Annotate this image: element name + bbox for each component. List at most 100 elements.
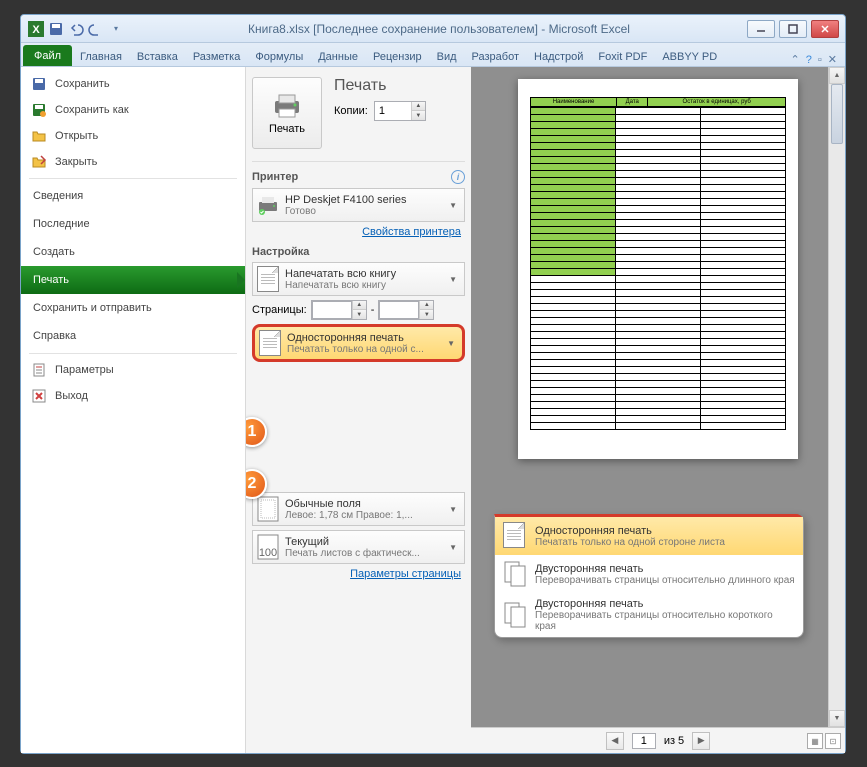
printer-dropdown[interactable]: HP Deskjet F4100 seriesГотово ▼ [252,188,465,222]
spinner-up-icon[interactable]: ▲ [411,102,425,111]
quick-access-toolbar: X ▾ [21,20,131,38]
pages-from-input[interactable] [312,301,352,319]
show-margins-icon[interactable]: ▦ [807,733,823,749]
backstage-nav: Сохранить Сохранить как Открыть Закрыть … [21,67,246,753]
copies-input[interactable] [375,103,411,119]
help-icon[interactable]: ? [806,54,812,66]
backstage-main: Печать Печать Копии: ▲▼ Принтерi [246,67,845,753]
nav-save[interactable]: Сохранить [21,71,245,97]
print-preview-pane: НаименованиеДатаОстаток в единицах, руб … [471,67,845,753]
pages-icon [257,266,279,292]
chevron-down-icon: ▼ [444,339,458,348]
preview-scrollbar[interactable]: ▲ ▼ [828,67,845,727]
popup-sub: Печатать только на одной стороне листа [535,537,725,548]
nav-help[interactable]: Справка [21,322,245,350]
spinner-down-icon[interactable]: ▼ [352,310,366,319]
print-side-dropdown[interactable]: Односторонняя печатьПечатать только на о… [252,324,465,362]
next-page-button[interactable]: ▶ [692,732,710,750]
nav-saveas[interactable]: Сохранить как [21,97,245,123]
nav-recent[interactable]: Последние [21,210,245,238]
scaling-title: Текущий [285,536,440,548]
restore-window-icon[interactable]: ▫ [818,54,822,66]
nav-share[interactable]: Сохранить и отправить [21,294,245,322]
app-icon[interactable]: X [27,20,45,38]
ribbon-help-group: ⌃ ? ▫ ✕ [791,53,843,66]
popup-option-duplex-long[interactable]: Двусторонняя печатьПереворачивать страни… [495,555,803,593]
qat-customize-icon[interactable]: ▾ [107,20,125,38]
tab-review[interactable]: Рецензир [366,46,429,66]
minimize-ribbon-icon[interactable]: ⌃ [791,53,800,66]
tab-view[interactable]: Вид [430,46,464,66]
window-frame: X ▾ Книга8.xlsx [Последнее сохранение по… [20,14,846,754]
tab-data[interactable]: Данные [311,46,365,66]
qat-undo-icon[interactable] [67,20,85,38]
nav-info[interactable]: Сведения [21,182,245,210]
popup-sub: Переворачивать страницы относительно дли… [535,575,795,586]
scaling-sub: Печать листов с фактическ... [285,548,440,559]
tab-developer[interactable]: Разработ [465,46,526,66]
copies-label: Копии: [334,105,368,117]
chevron-down-icon: ▼ [446,543,460,552]
preview-page: НаименованиеДатаОстаток в единицах, руб [518,79,798,459]
nav-options[interactable]: Параметры [21,357,245,383]
qat-redo-icon[interactable] [87,20,105,38]
popup-title: Двусторонняя печать [535,598,795,610]
popup-title: Односторонняя печать [535,525,725,537]
tab-file[interactable]: Файл [23,45,72,66]
spinner-up-icon[interactable]: ▲ [419,301,433,310]
pages-from-spinner[interactable]: ▲▼ [311,300,367,320]
tab-abbyy[interactable]: ABBYY PD [655,46,724,66]
pages-to-input[interactable] [379,301,419,319]
single-page-icon [259,330,281,356]
zoom-to-page-icon[interactable]: ⊡ [825,733,841,749]
scaling-dropdown[interactable]: 100 ТекущийПечать листов с фактическ... … [252,530,465,564]
nav-print[interactable]: Печать [21,266,245,294]
preview-table: НаименованиеДатаОстаток в единицах, руб [530,97,786,107]
duplex-long-icon [503,560,527,588]
tab-home[interactable]: Главная [73,46,129,66]
scroll-up-icon[interactable]: ▲ [829,67,845,84]
scope-sub: Напечатать всю книгу [285,280,440,291]
spinner-up-icon[interactable]: ▲ [352,301,366,310]
page-number-input[interactable] [632,733,656,749]
printer-properties-link[interactable]: Свойства принтера [256,226,461,238]
nav-close-label: Закрыть [55,156,97,168]
popup-option-duplex-short[interactable]: Двусторонняя печатьПереворачивать страни… [495,593,803,637]
nav-new[interactable]: Создать [21,238,245,266]
print-scope-dropdown[interactable]: Напечатать всю книгуНапечатать всю книгу… [252,262,465,296]
tab-addins[interactable]: Надстрой [527,46,590,66]
printer-device-icon [257,195,279,215]
tab-insert[interactable]: Вставка [130,46,185,66]
spinner-down-icon[interactable]: ▼ [419,310,433,319]
backstage-view: Сохранить Сохранить как Открыть Закрыть … [21,67,845,753]
minimize-button[interactable] [747,20,775,38]
maximize-button[interactable] [779,20,807,38]
close-button[interactable] [811,20,839,38]
tab-layout[interactable]: Разметка [186,46,248,66]
nav-exit[interactable]: Выход [21,383,245,409]
tab-foxit[interactable]: Foxit PDF [591,46,654,66]
page-setup-link[interactable]: Параметры страницы [256,568,461,580]
print-header: Печать [334,77,426,95]
chevron-down-icon: ▼ [446,201,460,210]
nav-close[interactable]: Закрыть [21,149,245,175]
qat-save-icon[interactable] [47,20,65,38]
scroll-down-icon[interactable]: ▼ [829,710,845,727]
nav-options-label: Параметры [55,364,114,376]
info-icon[interactable]: i [451,170,465,184]
copies-spinner[interactable]: ▲▼ [374,101,426,121]
preview-nav-bar: ◀ из 5 ▶ ▦ ⊡ [471,727,845,753]
nav-save-label: Сохранить [55,78,110,90]
nav-open-label: Открыть [55,130,98,142]
duplex-short-icon [503,601,527,629]
prev-page-button[interactable]: ◀ [606,732,624,750]
scrollbar-thumb[interactable] [831,84,843,144]
nav-open[interactable]: Открыть [21,123,245,149]
print-button[interactable]: Печать [252,77,322,149]
popup-option-single[interactable]: Односторонняя печатьПечатать только на о… [495,517,803,555]
margins-dropdown[interactable]: Обычные поляЛевое: 1,78 см Правое: 1,...… [252,492,465,526]
tab-formulas[interactable]: Формулы [248,46,310,66]
spinner-down-icon[interactable]: ▼ [411,111,425,120]
close-workbook-icon[interactable]: ✕ [828,53,837,66]
pages-to-spinner[interactable]: ▲▼ [378,300,434,320]
